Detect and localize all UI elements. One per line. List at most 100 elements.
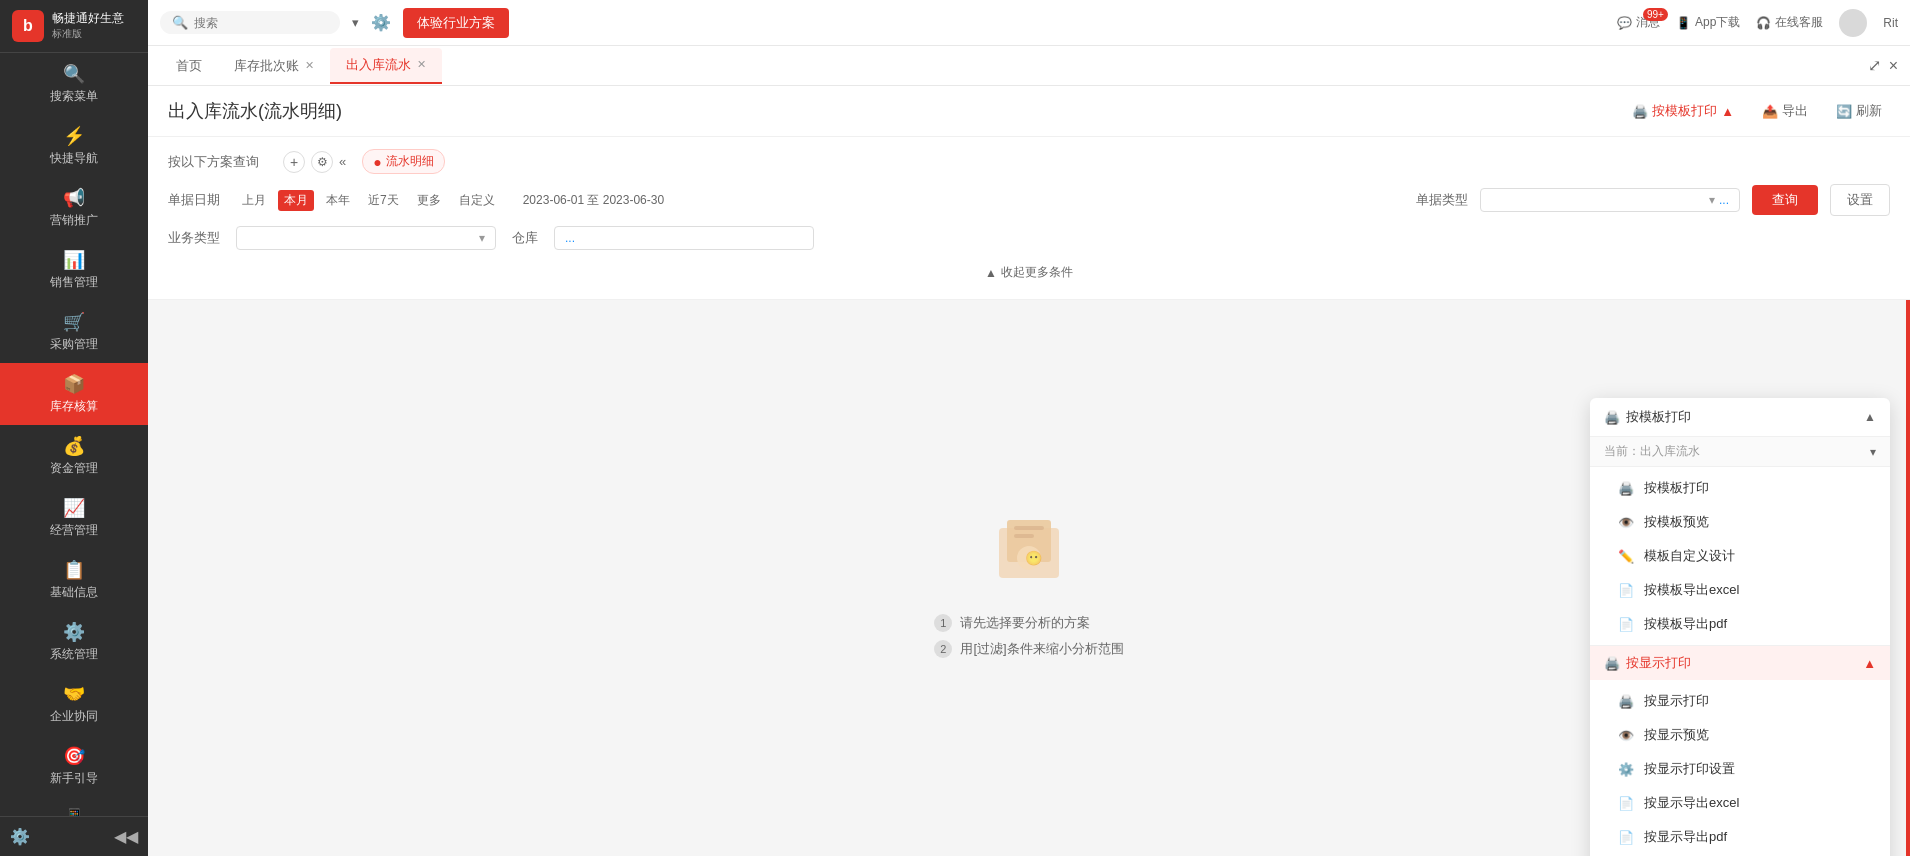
tab-home[interactable]: 首页 (160, 49, 218, 83)
display-excel-item[interactable]: 📄 按显示导出excel (1590, 786, 1890, 820)
template-custom-item[interactable]: ✏️ 模板自定义设计 (1590, 539, 1890, 573)
display-settings-label: 按显示打印设置 (1644, 760, 1735, 778)
display-excel-icon: 📄 (1618, 796, 1634, 811)
message-button[interactable]: 💬 消息 99+ (1617, 14, 1660, 31)
collab-icon: 🤝 (63, 683, 85, 705)
message-icon: 💬 (1617, 16, 1632, 30)
tab-batch-ledger[interactable]: 库存批次账 ✕ (218, 49, 330, 83)
template-print-item[interactable]: 🖨️ 按模板打印 (1590, 471, 1890, 505)
biz-dropdown[interactable]: ▾ (236, 226, 496, 250)
app-download-button[interactable]: 📱 App下载 (1676, 14, 1740, 31)
sidebar-item-marketing[interactable]: 📢 营销推广 (0, 177, 148, 239)
topbar: 🔍 ▾ ⚙️ 体验行业方案 💬 消息 99+ 📱 App下载 🎧 在线客服 Ri… (148, 0, 1910, 46)
template-excel-item[interactable]: 📄 按模板导出excel (1590, 573, 1890, 607)
refresh-button[interactable]: 🔄 刷新 (1828, 98, 1890, 124)
sidebar-item-collab[interactable]: 🤝 企业协同 (0, 673, 148, 735)
date-range-display: 2023-06-01 至 2023-06-30 (523, 192, 664, 209)
collapse-button[interactable]: ▲ 收起更多条件 (965, 258, 1093, 287)
date-this-month[interactable]: 本月 (278, 190, 314, 211)
sidebar-item-purchase[interactable]: 🛒 采购管理 (0, 301, 148, 363)
tab-flow-close-icon[interactable]: ✕ (417, 58, 426, 71)
tab-expand: ⤢ × (1868, 56, 1898, 75)
type-more-button[interactable]: ... (1719, 193, 1729, 207)
date-more[interactable]: 更多 (411, 190, 447, 211)
sidebar-item-label: 系统管理 (50, 646, 98, 663)
trial-button[interactable]: 体验行业方案 (403, 8, 509, 38)
tab-close-icon[interactable]: ✕ (305, 59, 314, 72)
sidebar-item-operations[interactable]: 📈 经营管理 (0, 487, 148, 549)
minimize-icon[interactable]: × (1889, 57, 1898, 75)
tip-text-2: 用[过滤]条件来缩小分析范围 (960, 640, 1123, 658)
display-preview-icon: 👁️ (1618, 728, 1634, 743)
refresh-label: 刷新 (1856, 102, 1882, 120)
filter-label: 按以下方案查询 (168, 153, 259, 171)
search-box[interactable]: 🔍 (160, 11, 340, 34)
page-actions: 🖨️ 按模板打印 ▲ 📤 导出 🔄 刷新 (1624, 98, 1890, 124)
chevron-up-icon: ▲ (985, 266, 997, 280)
svg-rect-3 (1014, 534, 1034, 538)
sidebar-item-finance[interactable]: 💰 资金管理 (0, 425, 148, 487)
sidebar-item-label: 库存核算 (50, 398, 98, 415)
sidebar-item-apps[interactable]: 📱 应用中心 (0, 797, 148, 816)
warehouse-dropdown[interactable]: ... (554, 226, 814, 250)
sidebar-item-system[interactable]: ⚙️ 系统管理 (0, 611, 148, 673)
apps-icon: 📱 (63, 807, 85, 816)
chevron-up-icon: ▲ (1721, 104, 1734, 119)
date-last-7-days[interactable]: 近7天 (362, 190, 405, 211)
export-button[interactable]: 📤 导出 (1754, 98, 1816, 124)
display-pdf-item[interactable]: 📄 按显示导出pdf (1590, 820, 1890, 854)
resize-handle[interactable] (1906, 300, 1910, 856)
template-custom-icon: ✏️ (1618, 549, 1634, 564)
warehouse-more-button[interactable]: ... (565, 231, 575, 245)
tab-flow[interactable]: 出入库流水 ✕ (330, 48, 442, 84)
collapse-filter-icon[interactable]: « (339, 154, 346, 169)
filter-area: 按以下方案查询 + ⚙ « ● 流水明细 单据日期 上月 本月 本年 近7天 更… (148, 137, 1910, 300)
sidebar-item-search-menu[interactable]: 🔍 搜索菜单 (0, 53, 148, 115)
template-preview-item[interactable]: 👁️ 按模板预览 (1590, 505, 1890, 539)
customer-service-button[interactable]: 🎧 在线客服 (1756, 14, 1823, 31)
topbar-left: 🔍 ▾ ⚙️ 体验行业方案 (160, 8, 509, 38)
tab-home-label: 首页 (176, 57, 202, 75)
add-filter-button[interactable]: + (283, 151, 305, 173)
display-section-collapse-icon[interactable]: ▲ (1863, 656, 1876, 671)
sidebar-item-basic[interactable]: 📋 基础信息 (0, 549, 148, 611)
display-settings-item[interactable]: ⚙️ 按显示打印设置 (1590, 752, 1890, 786)
display-print-title: 🖨️ 按显示打印 (1604, 654, 1691, 672)
template-pdf-item[interactable]: 📄 按模板导出pdf (1590, 607, 1890, 641)
topbar-right: 💬 消息 99+ 📱 App下载 🎧 在线客服 Rit (1617, 9, 1898, 37)
active-filter-tag[interactable]: ● 流水明细 (362, 149, 444, 174)
display-print-item[interactable]: 🖨️ 按显示打印 (1590, 684, 1890, 718)
display-print-item-icon: 🖨️ (1618, 694, 1634, 709)
sidebar-nav: 🔍 搜索菜单 ⚡ 快捷导航 📢 营销推广 📊 销售管理 🛒 采购管理 📦 库存核… (0, 53, 148, 816)
sidebar-item-guide[interactable]: 🎯 新手引导 (0, 735, 148, 797)
dropdown-arrow-icon[interactable]: ▾ (352, 15, 359, 30)
filter-settings-button[interactable]: ⚙ (311, 151, 333, 173)
content-area: 😶 1 请先选择要分析的方案 2 用[过滤]条件来缩小分析范围 🖨️ 按模板打印 (148, 300, 1910, 856)
collapse-icon[interactable]: ◀◀ (114, 827, 138, 846)
sidebar-item-sales[interactable]: 📊 销售管理 (0, 239, 148, 301)
inventory-icon: 📦 (63, 373, 85, 395)
page-title: 出入库流水(流水明细) (168, 99, 342, 123)
date-this-year[interactable]: 本年 (320, 190, 356, 211)
sidebar-item-quick-nav[interactable]: ⚡ 快捷导航 (0, 115, 148, 177)
expand-icon[interactable]: ⤢ (1868, 56, 1881, 75)
settings-gear-icon[interactable]: ⚙️ (371, 13, 391, 32)
date-custom[interactable]: 自定义 (453, 190, 501, 211)
search-input[interactable] (194, 16, 314, 30)
tip-num-2: 2 (934, 640, 952, 658)
display-preview-item[interactable]: 👁️ 按显示预览 (1590, 718, 1890, 752)
template-pdf-label: 按模板导出pdf (1644, 615, 1727, 633)
user-avatar[interactable] (1839, 9, 1867, 37)
query-button[interactable]: 查询 (1752, 185, 1818, 215)
settings-icon[interactable]: ⚙️ (10, 827, 30, 846)
current-arrow-icon: ▾ (1870, 445, 1876, 459)
sidebar-item-label: 基础信息 (50, 584, 98, 601)
settings-button[interactable]: 设置 (1830, 184, 1890, 216)
panel-collapse-icon[interactable]: ▲ (1864, 410, 1876, 424)
sidebar-item-inventory[interactable]: 📦 库存核算 (0, 363, 148, 425)
print-template-button[interactable]: 🖨️ 按模板打印 ▲ (1624, 98, 1742, 124)
type-dropdown[interactable]: ▾ ... (1480, 188, 1740, 212)
collapse-label: 收起更多条件 (1001, 264, 1073, 281)
date-last-month[interactable]: 上月 (236, 190, 272, 211)
tab-flow-label: 出入库流水 (346, 56, 411, 74)
